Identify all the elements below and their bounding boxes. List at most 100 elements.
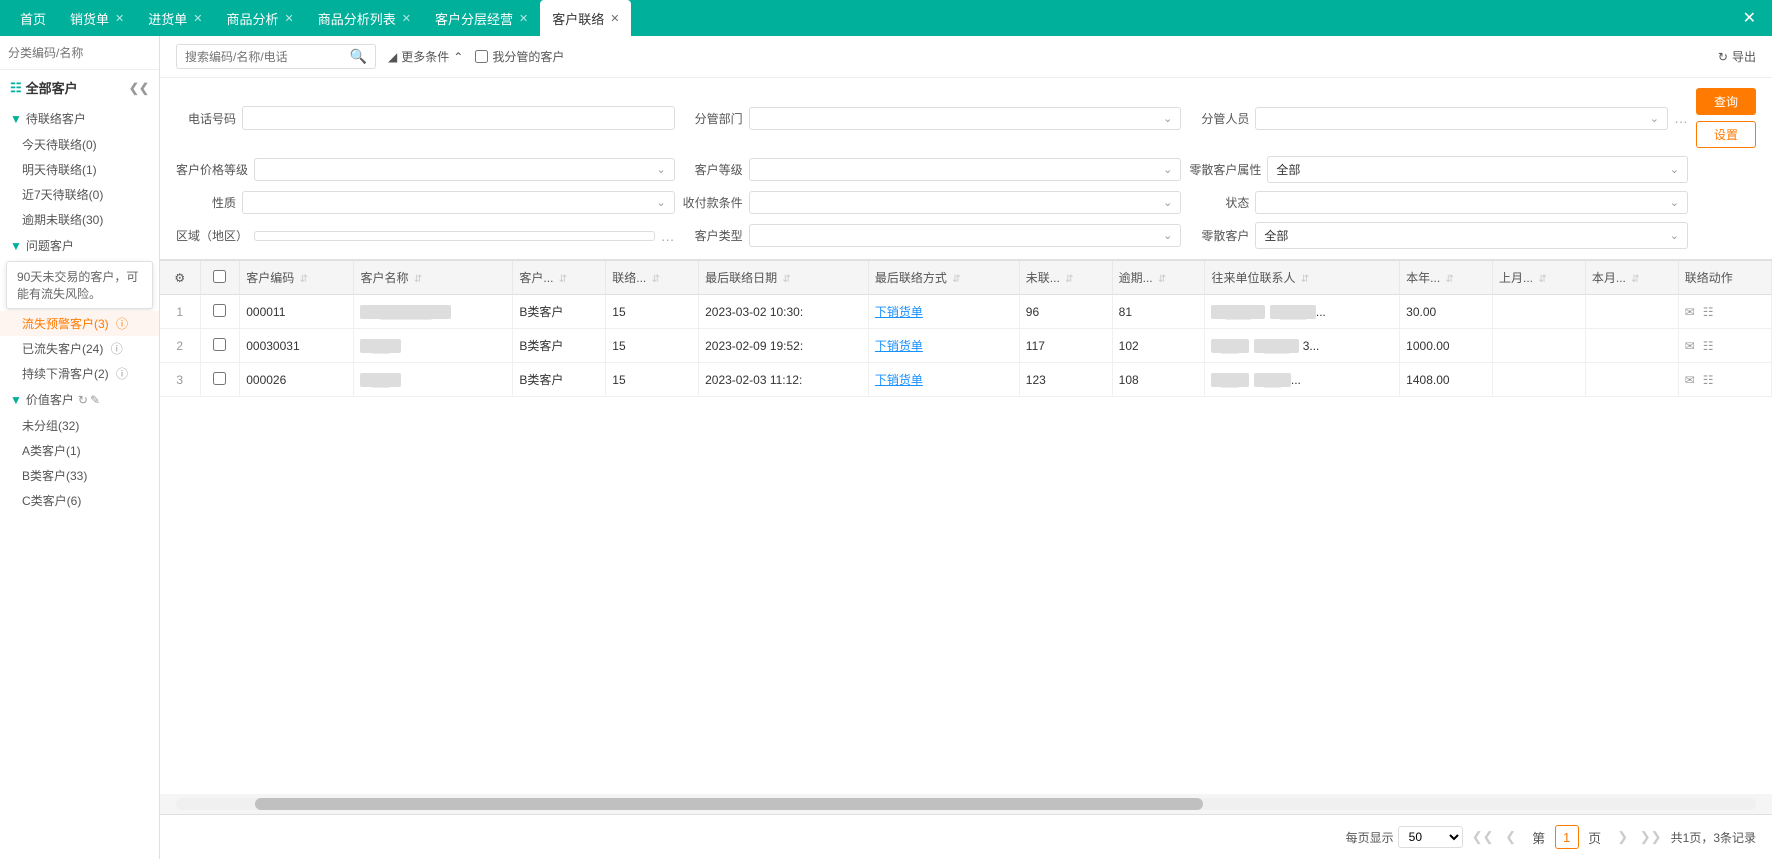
sort-icon: ⇵ [1301,274,1309,285]
col-checkbox[interactable] [200,261,240,295]
sidebar-item-class-c[interactable]: C类客户(6) [0,488,159,513]
sidebar-search-input[interactable] [8,46,160,60]
col-this-year[interactable]: 本年... ⇵ [1400,261,1493,295]
type-select[interactable]: ⌄ [749,224,1182,247]
sidebar-group-problem[interactable]: ▼ 问题客户 [0,232,159,259]
col-last-month[interactable]: 上月... ⇵ [1493,261,1586,295]
sidebar-item-churn-warning[interactable]: 流失预警客户(3) ⓘ [0,311,159,336]
row-checkbox-cell[interactable] [200,329,240,363]
my-customers-checkbox[interactable]: 我分管的客户 [475,48,564,65]
col-contact[interactable]: 联络... ⇵ [606,261,699,295]
more-options-icon[interactable]: … [661,228,675,244]
area-select[interactable] [254,231,655,241]
row-checkbox[interactable] [213,304,226,317]
row-checkbox-cell[interactable] [200,295,240,329]
sidebar-all-customers[interactable]: ☷ 全部客户 ❮❮ [0,70,159,105]
row-last-way[interactable]: 下销货单 [868,329,1019,363]
row-checkbox[interactable] [213,338,226,351]
adv-filter-row-4: 区域（地区） … 客户类型 ⌄ 零散客户 全部 [176,222,1756,249]
my-customers-check[interactable] [475,50,488,63]
col-last-date[interactable]: 最后联络日期 ⇵ [699,261,869,295]
close-icon[interactable]: ✕ [193,12,202,25]
settings-button[interactable]: 设置 [1696,121,1756,148]
query-button[interactable]: 查询 [1696,88,1756,115]
more-action-icon[interactable]: ☷ [1703,339,1714,353]
sidebar-item-ungrouped[interactable]: 未分组(32) [0,413,159,438]
contact-icon[interactable]: ✉ [1685,339,1695,353]
next-page-button[interactable]: ❯ [1611,825,1635,849]
close-icon[interactable]: ✕ [519,12,528,25]
nav-tab-home[interactable]: 首页 [8,0,58,36]
contact-icon[interactable]: ✉ [1685,305,1695,319]
sidebar-item-class-b[interactable]: B类客户(33) [0,463,159,488]
first-page-button[interactable]: ❮❮ [1471,825,1495,849]
status-select[interactable]: ⌄ [1255,191,1688,214]
area-field: 区域（地区） … [176,227,675,244]
person-select[interactable]: ⌄ [1255,107,1668,130]
col-last-way[interactable]: 最后联络方式 ⇵ [868,261,1019,295]
row-overdue: 108 [1112,363,1205,397]
filter-search-input[interactable] [185,50,350,64]
col-code[interactable]: 客户编码 ⇵ [240,261,354,295]
col-type[interactable]: 客户... ⇵ [513,261,606,295]
dept-select[interactable]: ⌄ [749,107,1182,130]
nav-tab-purchase[interactable]: 进货单 ✕ [136,0,214,36]
filter-search-box[interactable]: 🔍 [176,44,376,69]
grid-icon: ☷ [10,80,22,96]
row-unit-contact: ███ ███... [1205,295,1400,329]
search-icon[interactable]: 🔍 [350,48,367,65]
phone-input[interactable] [242,106,675,130]
close-icon[interactable]: ✕ [402,12,411,25]
col-overdue[interactable]: 逾期... ⇵ [1112,261,1205,295]
nav-tab-customer-tier[interactable]: 客户分层经营 ✕ [423,0,540,36]
select-all-checkbox[interactable] [213,270,226,283]
window-close-button[interactable]: ✕ [1735,8,1764,28]
more-conditions-btn[interactable]: ◢ 更多条件 ⌃ [388,48,463,65]
nav-tab-sales[interactable]: 销货单 ✕ [58,0,136,36]
sidebar-item-overdue-contact[interactable]: 逾期未联络(30) [0,207,159,232]
col-unit-contact[interactable]: 往来单位联系人 ⇵ [1205,261,1400,295]
nav-tab-product-analysis[interactable]: 商品分析 ✕ [214,0,305,36]
chevron-down-icon: ⌄ [1670,196,1679,209]
more-options-icon[interactable]: … [1674,110,1688,126]
row-checkbox-cell[interactable] [200,363,240,397]
scrollbar-thumb[interactable] [255,798,1203,810]
row-checkbox[interactable] [213,372,226,385]
sidebar-item-declining[interactable]: 持续下滑客户(2) ⓘ [0,361,159,386]
horizontal-scrollbar[interactable] [176,798,1756,810]
last-page-button[interactable]: ❯❯ [1639,825,1663,849]
zero-attr-select[interactable]: 全部 ⌄ [1267,156,1688,183]
settings-icon[interactable]: ⚙ [174,271,185,285]
page-size-select[interactable]: 50 100 200 [1398,826,1463,848]
close-icon[interactable]: ✕ [115,12,124,25]
sidebar-item-churned[interactable]: 已流失客户(24) ⓘ [0,336,159,361]
payment-select[interactable]: ⌄ [749,191,1182,214]
sidebar-item-class-a[interactable]: A类客户(1) [0,438,159,463]
zero-cust-select[interactable]: 全部 ⌄ [1255,222,1688,249]
col-this-month[interactable]: 本月... ⇵ [1585,261,1678,295]
level-select[interactable]: ⌄ [749,158,1182,181]
close-icon[interactable]: ✕ [610,12,619,25]
export-button[interactable]: ↻ 导出 [1718,48,1756,65]
col-name[interactable]: 客户名称 ⇵ [354,261,513,295]
col-settings[interactable]: ⚙ [160,261,200,295]
contact-icon[interactable]: ✉ [1685,373,1695,387]
sidebar-item-week-contact[interactable]: 近7天待联络(0) [0,182,159,207]
col-unlinked[interactable]: 未联... ⇵ [1019,261,1112,295]
sidebar-group-value[interactable]: ▼ 价值客户 ↻ ✎ [0,386,159,413]
sidebar-item-tomorrow-contact[interactable]: 明天待联络(1) [0,157,159,182]
prev-page-button[interactable]: ❮ [1499,825,1523,849]
row-last-way[interactable]: 下销货单 [868,295,1019,329]
sidebar-item-today-contact[interactable]: 今天待联络(0) [0,132,159,157]
sidebar-group-pending[interactable]: ▼ 待联络客户 [0,105,159,132]
more-action-icon[interactable]: ☷ [1703,373,1714,387]
row-code: 000011 [240,295,354,329]
more-action-icon[interactable]: ☷ [1703,305,1714,319]
price-level-select[interactable]: ⌄ [254,158,675,181]
nav-tab-customer-contact[interactable]: 客户联络 ✕ [540,0,631,36]
zero-cust-field: 零散客户 全部 ⌄ [1189,222,1688,249]
close-icon[interactable]: ✕ [285,12,294,25]
nature-select[interactable]: ⌄ [242,191,675,214]
nav-tab-product-analysis-list[interactable]: 商品分析列表 ✕ [306,0,423,36]
row-last-way[interactable]: 下销货单 [868,363,1019,397]
